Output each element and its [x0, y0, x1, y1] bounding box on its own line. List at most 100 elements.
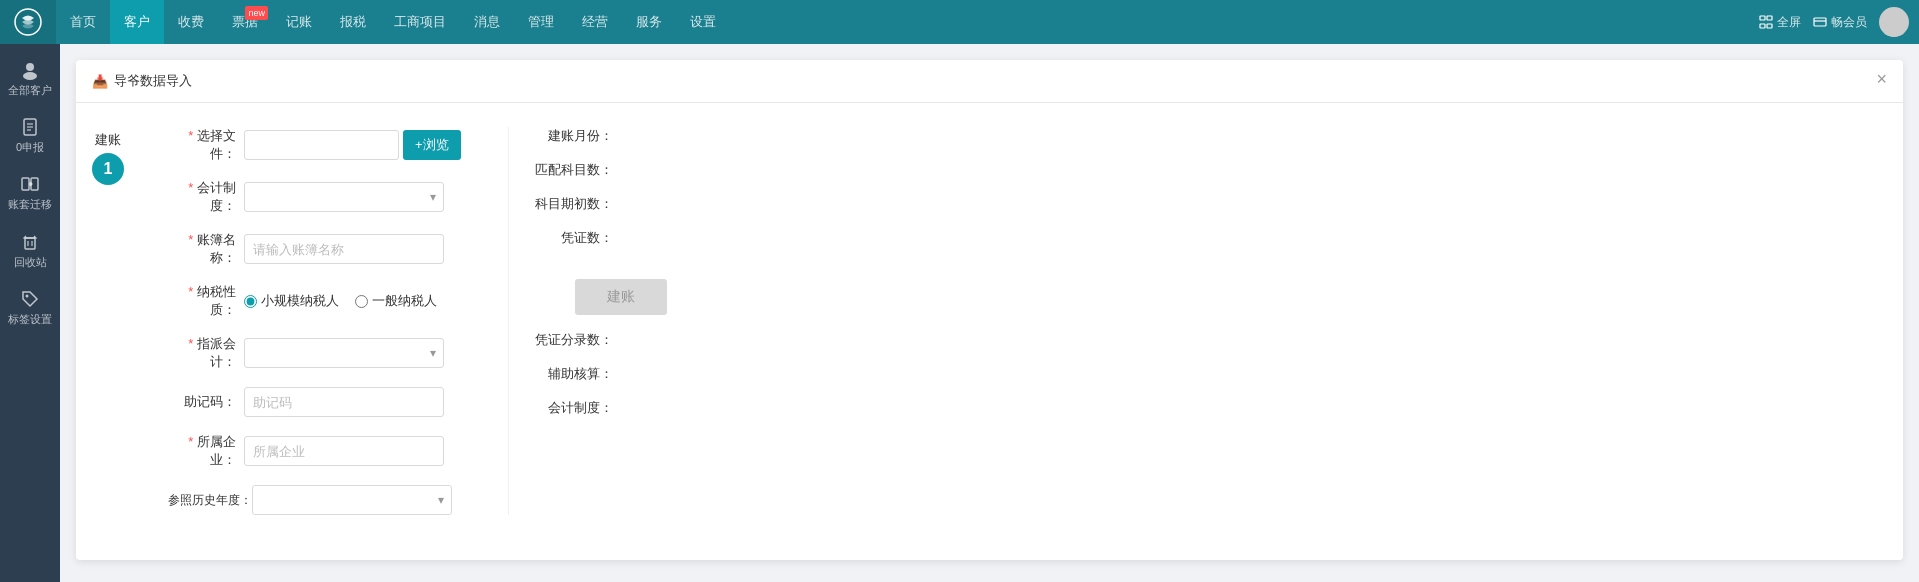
info-section: 建账月份： 匹配科目数： 科目期初数： 凭证数： [508, 127, 708, 515]
svg-point-10 [23, 72, 37, 80]
history-row: 参照历史年度： [164, 485, 484, 515]
nav-item-clients[interactable]: 客户 [110, 0, 164, 44]
nav-item-messages[interactable]: 消息 [460, 0, 514, 44]
step-label-area: 建账 1 [92, 127, 140, 185]
accountant-select-wrapper [244, 338, 444, 368]
card-header: 📥 导爷数据导入 [76, 60, 1903, 103]
voucher-row: 凭证数： [533, 229, 708, 247]
top-nav: 首页 客户 收费 票据 new 记账 报税 工商项目 消息 管理 经营 [0, 0, 1919, 44]
file-row: 选择文件： +浏览 [164, 127, 484, 163]
sidebar: 全部客户 0申报 账套迁移 [0, 44, 60, 582]
sidebar-item-recycle[interactable]: 回收站 [0, 224, 60, 277]
step-circle: 1 [92, 153, 124, 185]
close-button[interactable]: × [1876, 70, 1887, 88]
match-row: 匹配科目数： [533, 161, 708, 179]
tax-small-label[interactable]: 小规模纳税人 [244, 292, 339, 310]
company-label: 所属企业： [164, 433, 236, 469]
memo-row: 助记码： [164, 387, 484, 417]
ledger-input[interactable] [244, 234, 444, 264]
month-row: 建账月份： [533, 127, 708, 145]
memo-label: 助记码： [164, 393, 236, 411]
ledger-label: 账簿名称： [164, 231, 236, 267]
file-input-row: +浏览 [244, 130, 461, 160]
nav-item-business[interactable]: 工商项目 [380, 0, 460, 44]
accounting-row: 会计制度： [164, 179, 484, 215]
nav-item-home[interactable]: 首页 [56, 0, 110, 44]
step-text: 建账 [95, 131, 121, 149]
company-input[interactable] [244, 436, 444, 466]
step-section: 建账 1 [92, 127, 164, 515]
auxiliary-label: 辅助核算： [533, 365, 613, 383]
sidebar-item-all-clients[interactable]: 全部客户 [0, 52, 60, 105]
import-card: 📥 导爷数据导入 × 建账 1 选择文件： [76, 60, 1903, 560]
nav-item-operations[interactable]: 经营 [568, 0, 622, 44]
accounting-label: 会计制度： [164, 179, 236, 215]
tax-small-text: 小规模纳税人 [261, 292, 339, 310]
initial-label: 科目期初数： [533, 195, 613, 213]
svg-point-21 [26, 294, 29, 297]
sidebar-item-migrate[interactable]: 账套迁移 [0, 166, 60, 219]
member-button[interactable]: 畅会员 [1813, 14, 1867, 31]
fullscreen-button[interactable]: 全屏 [1759, 14, 1801, 31]
tax-general-radio[interactable] [355, 295, 368, 308]
accounting-system-row: 会计制度： [533, 399, 708, 417]
match-label: 匹配科目数： [533, 161, 613, 179]
nav-item-bookkeeping[interactable]: 记账 [272, 0, 326, 44]
accountant-row: 指派会计： [164, 335, 484, 371]
new-badge: new [245, 6, 268, 20]
build-button-wrapper: 建账 [533, 271, 708, 315]
user-avatar[interactable] [1879, 7, 1909, 37]
nav-item-invoices[interactable]: 票据 new [218, 0, 272, 44]
svg-rect-3 [1760, 24, 1765, 28]
card-body: 建账 1 选择文件： +浏览 [76, 103, 1903, 539]
nav-items: 首页 客户 收费 票据 new 记账 报税 工商项目 消息 管理 经营 [56, 0, 1759, 44]
nav-item-service[interactable]: 服务 [622, 0, 676, 44]
accounting-system-label: 会计制度： [533, 399, 613, 417]
history-select-wrapper [252, 485, 452, 515]
file-input[interactable] [244, 130, 399, 160]
voucher-records-label: 凭证分录数： [533, 331, 613, 349]
svg-rect-2 [1767, 16, 1772, 20]
accountant-label: 指派会计： [164, 335, 236, 371]
svg-rect-4 [1767, 24, 1772, 28]
nav-logo[interactable] [0, 0, 56, 44]
svg-rect-1 [1760, 16, 1765, 20]
tax-general-text: 一般纳税人 [372, 292, 437, 310]
sidebar-item-tags[interactable]: 标签设置 [0, 281, 60, 334]
nav-item-admin[interactable]: 管理 [514, 0, 568, 44]
nav-item-tax[interactable]: 报税 [326, 0, 380, 44]
tax-general-label[interactable]: 一般纳税人 [355, 292, 437, 310]
accounting-select-wrapper [244, 182, 444, 212]
file-label: 选择文件： [164, 127, 236, 163]
nav-item-settings[interactable]: 设置 [676, 0, 730, 44]
company-row: 所属企业： [164, 433, 484, 469]
history-select[interactable] [252, 485, 452, 515]
svg-rect-18 [25, 238, 35, 249]
accounting-select[interactable] [244, 182, 444, 212]
svg-rect-15 [22, 178, 29, 190]
card-title: 导爷数据导入 [114, 72, 192, 90]
auxiliary-row: 辅助核算： [533, 365, 708, 383]
browse-button[interactable]: +浏览 [403, 130, 461, 160]
tax-radio-group: 小规模纳税人 一般纳税人 [244, 292, 437, 310]
tax-small-radio[interactable] [244, 295, 257, 308]
card-title-icon: 📥 [92, 74, 108, 89]
sidebar-item-declare[interactable]: 0申报 [0, 109, 60, 162]
svg-point-9 [26, 63, 34, 71]
history-label: 参照历史年度： [164, 492, 252, 509]
voucher-records-row: 凭证分录数： [533, 331, 708, 349]
svg-point-8 [1884, 26, 1904, 37]
initial-row: 科目期初数： [533, 195, 708, 213]
svg-point-7 [1888, 13, 1900, 25]
month-label: 建账月份： [533, 127, 613, 145]
voucher-label: 凭证数： [533, 229, 613, 247]
svg-rect-5 [1814, 18, 1826, 26]
accountant-select[interactable] [244, 338, 444, 368]
form-section: 选择文件： +浏览 会计制度： [164, 127, 484, 515]
ledger-row: 账簿名称： [164, 231, 484, 267]
tax-label: 纳税性质： [164, 283, 236, 319]
memo-input[interactable] [244, 387, 444, 417]
nav-item-fees[interactable]: 收费 [164, 0, 218, 44]
content-area: 📥 导爷数据导入 × 建账 1 选择文件： [60, 44, 1919, 582]
build-account-button[interactable]: 建账 [575, 279, 667, 315]
